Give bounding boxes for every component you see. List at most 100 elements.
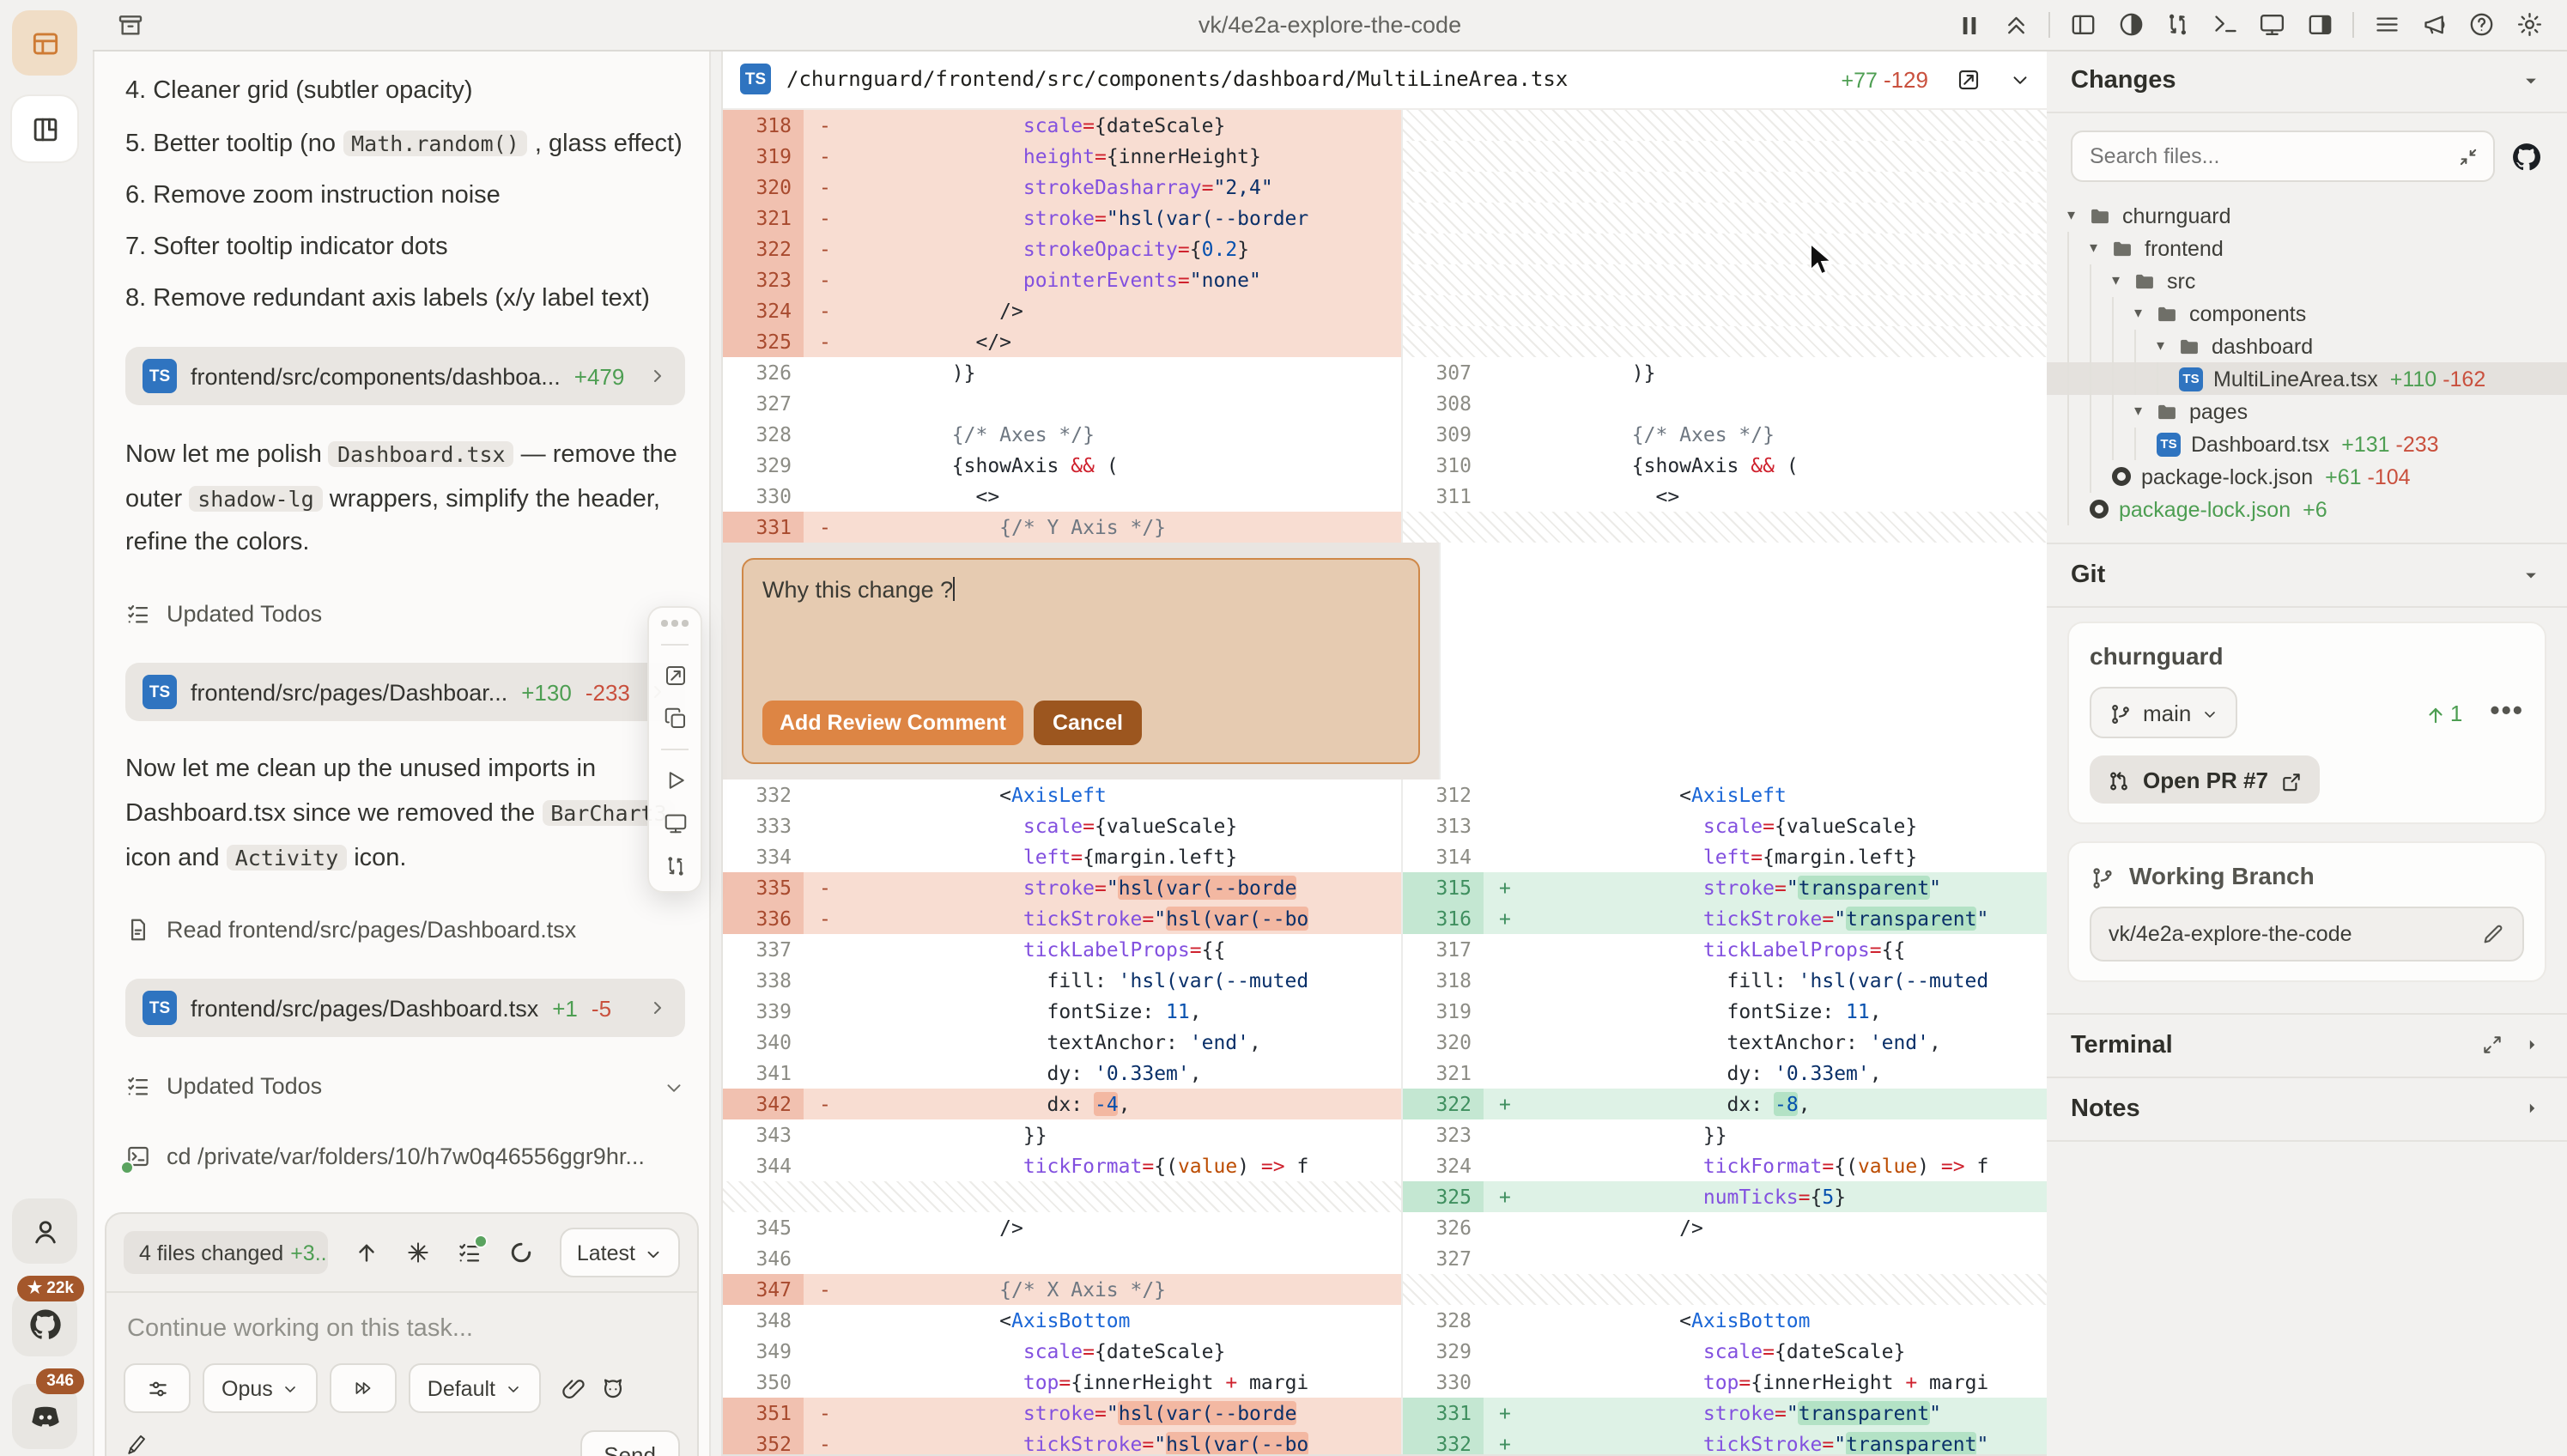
todos-button[interactable] [457, 1240, 482, 1265]
latest-dropdown[interactable]: Latest [560, 1228, 680, 1277]
burst-icon[interactable] [405, 1240, 431, 1265]
diff-line[interactable]: 331+ stroke="transparent" [1401, 1398, 2047, 1429]
terminal-command-row[interactable]: cd /private/var/folders/10/h7w0q46556ggr… [125, 1135, 685, 1178]
updated-todos-row[interactable]: Updated Todos [125, 1065, 685, 1107]
git-section-header[interactable]: Git [2047, 543, 2567, 608]
diff-line[interactable]: 323 }} [1401, 1119, 2047, 1150]
diff-line[interactable]: 339 fontSize: 11, [723, 996, 1401, 1027]
github-cat-icon[interactable] [2510, 140, 2543, 173]
diff-line[interactable]: 327 [723, 388, 1401, 419]
notes-section-header[interactable]: Notes [2047, 1078, 2567, 1142]
tree-caret-icon[interactable]: ▾ [2067, 206, 2088, 225]
term-button[interactable] [2211, 11, 2239, 39]
fast-forward-button[interactable] [330, 1363, 397, 1413]
working-branch-input[interactable]: vk/4e2a-explore-the-code [2090, 907, 2524, 962]
add-review-comment-button[interactable]: Add Review Comment [762, 701, 1023, 745]
diff-line[interactable]: 314 left={margin.left} [1401, 841, 2047, 872]
file-search-box[interactable] [2071, 130, 2495, 182]
tree-row[interactable]: ▾churnguard [2047, 199, 2567, 232]
git-compare-icon[interactable] [662, 852, 688, 878]
terminal-section-header[interactable]: Terminal [2047, 1013, 2567, 1078]
diff-line[interactable]: 322- strokeOpacity={0.2} [723, 234, 1401, 264]
read-file-row[interactable]: Read frontend/src/pages/Dashboard.tsx [125, 908, 685, 951]
cat-icon[interactable] [598, 1374, 626, 1402]
diff-line[interactable]: 345 /> [723, 1212, 1401, 1243]
account-button[interactable] [12, 1198, 77, 1264]
play-icon[interactable] [662, 767, 688, 792]
diff-line[interactable]: 311 <> [1401, 481, 2047, 512]
diff-line[interactable]: 341 dy: '0.33em', [723, 1058, 1401, 1089]
diff-line[interactable]: 337 tickLabelProps={{ [723, 934, 1401, 965]
panelL-button[interactable] [2069, 11, 2097, 39]
diff-line[interactable]: 323- pointerEvents="none" [723, 264, 1401, 295]
diff-line[interactable]: 316+ tickStroke="transparent" [1401, 903, 2047, 934]
file-change-chip[interactable]: TSfrontend/src/components/dashboa...+479 [125, 347, 685, 405]
files-changed-pill[interactable]: 4 files changed+3... [124, 1231, 328, 1274]
collapse-tree-icon[interactable] [2457, 145, 2479, 167]
monitor-button[interactable] [2258, 11, 2286, 39]
diff-line[interactable]: 321 dy: '0.33em', [1401, 1058, 2047, 1089]
tree-row[interactable]: package-lock.json+61 -104 [2047, 460, 2567, 493]
diff-line[interactable]: 342- dx: -4, [723, 1089, 1401, 1119]
diff-line[interactable]: 326 /> [1401, 1212, 2047, 1243]
help-button[interactable] [2467, 11, 2496, 39]
diff-line[interactable]: 328 {/* Axes */} [723, 419, 1401, 450]
collapseall-button[interactable] [2001, 11, 2030, 39]
mode-dropdown[interactable]: Default [409, 1363, 540, 1413]
tree-row[interactable]: TSDashboard.tsx+131 -233 [2047, 428, 2567, 460]
diff-line[interactable]: 322+ dx: -8, [1401, 1089, 2047, 1119]
diff-line[interactable]: 318 fill: 'hsl(var(--muted [1401, 965, 2047, 996]
message-input[interactable]: Continue working on this task... [124, 1307, 680, 1363]
diff-line[interactable]: 333 scale={valueScale} [723, 810, 1401, 841]
diff-line[interactable]: 331- {/* Y Axis */} [723, 512, 1401, 543]
diff-line[interactable]: 329 scale={dateScale} [1401, 1336, 2047, 1367]
repo-menu-button[interactable]: ••• [2490, 697, 2524, 728]
settings-sliders-button[interactable] [124, 1363, 191, 1413]
updated-todos-row[interactable]: Updated Todos [125, 592, 685, 635]
diff-line[interactable]: 330 <> [723, 481, 1401, 512]
diff-line[interactable]: 349 scale={dateScale} [723, 1336, 1401, 1367]
tree-caret-icon[interactable]: ▾ [2134, 402, 2155, 421]
review-comment-box[interactable]: Why this change ?Add Review CommentCance… [742, 558, 1420, 764]
menu-button[interactable] [2373, 11, 2401, 39]
gear-button[interactable] [2515, 11, 2543, 39]
diff-line[interactable]: 324 tickFormat={(value) => f [1401, 1150, 2047, 1181]
diff-line[interactable]: 321- stroke="hsl(var(--border [723, 203, 1401, 234]
diff-line[interactable]: 351- stroke="hsl(var(--borde [723, 1398, 1401, 1429]
model-dropdown[interactable]: Opus [203, 1363, 318, 1413]
tree-caret-icon[interactable]: ▾ [2157, 337, 2177, 355]
diff-line[interactable]: 336- tickStroke="hsl(var(--bo [723, 903, 1401, 934]
diff-line[interactable]: 334 left={margin.left} [723, 841, 1401, 872]
annotate-icon[interactable] [662, 662, 688, 688]
diff-line[interactable]: 317 tickLabelProps={{ [1401, 934, 2047, 965]
pause-button[interactable] [1955, 11, 1982, 39]
archive-icon[interactable] [117, 11, 144, 39]
diff-line[interactable]: 325+ numTicks={5} [1401, 1181, 2047, 1212]
file-change-chip[interactable]: TSfrontend/src/pages/Dashboard.tsx+1-5 [125, 979, 685, 1037]
changes-section-header[interactable]: Changes [2047, 50, 2567, 113]
diff-line[interactable]: 335- stroke="hsl(var(--borde [723, 872, 1401, 903]
tree-row[interactable]: TSMultiLineArea.tsx+110 -162 [2047, 362, 2567, 395]
edit-branch-icon[interactable] [2481, 922, 2505, 946]
diff-line[interactable]: 327 [1401, 1243, 2047, 1274]
tree-row[interactable]: ▾components [2047, 297, 2567, 330]
diff-line[interactable]: 324- /> [723, 295, 1401, 326]
contrast-button[interactable] [2116, 11, 2145, 39]
mega-button[interactable] [2420, 11, 2449, 39]
diff-line[interactable]: 332 <AxisLeft [723, 780, 1401, 810]
stage-review-icon[interactable] [1956, 66, 1981, 92]
panelR-button[interactable] [2305, 11, 2333, 39]
diff-line[interactable]: 328 <AxisBottom [1401, 1305, 2047, 1336]
compare-button[interactable] [2163, 11, 2192, 39]
diff-line[interactable]: 312 <AxisLeft [1401, 780, 2047, 810]
diff-line[interactable]: 346 [723, 1243, 1401, 1274]
cancel-comment-button[interactable]: Cancel [1034, 701, 1142, 745]
send-button[interactable]: Send [580, 1430, 680, 1456]
discord-button[interactable]: 346 [12, 1384, 77, 1449]
tree-row[interactable]: ▾pages [2047, 395, 2567, 428]
diff-line[interactable]: 319 fontSize: 11, [1401, 996, 2047, 1027]
tree-caret-icon[interactable]: ▾ [2112, 271, 2133, 290]
diff-line[interactable]: 326 )} [723, 357, 1401, 388]
expand-terminal-icon[interactable] [2481, 1034, 2503, 1057]
tree-caret-icon[interactable]: ▾ [2134, 304, 2155, 323]
